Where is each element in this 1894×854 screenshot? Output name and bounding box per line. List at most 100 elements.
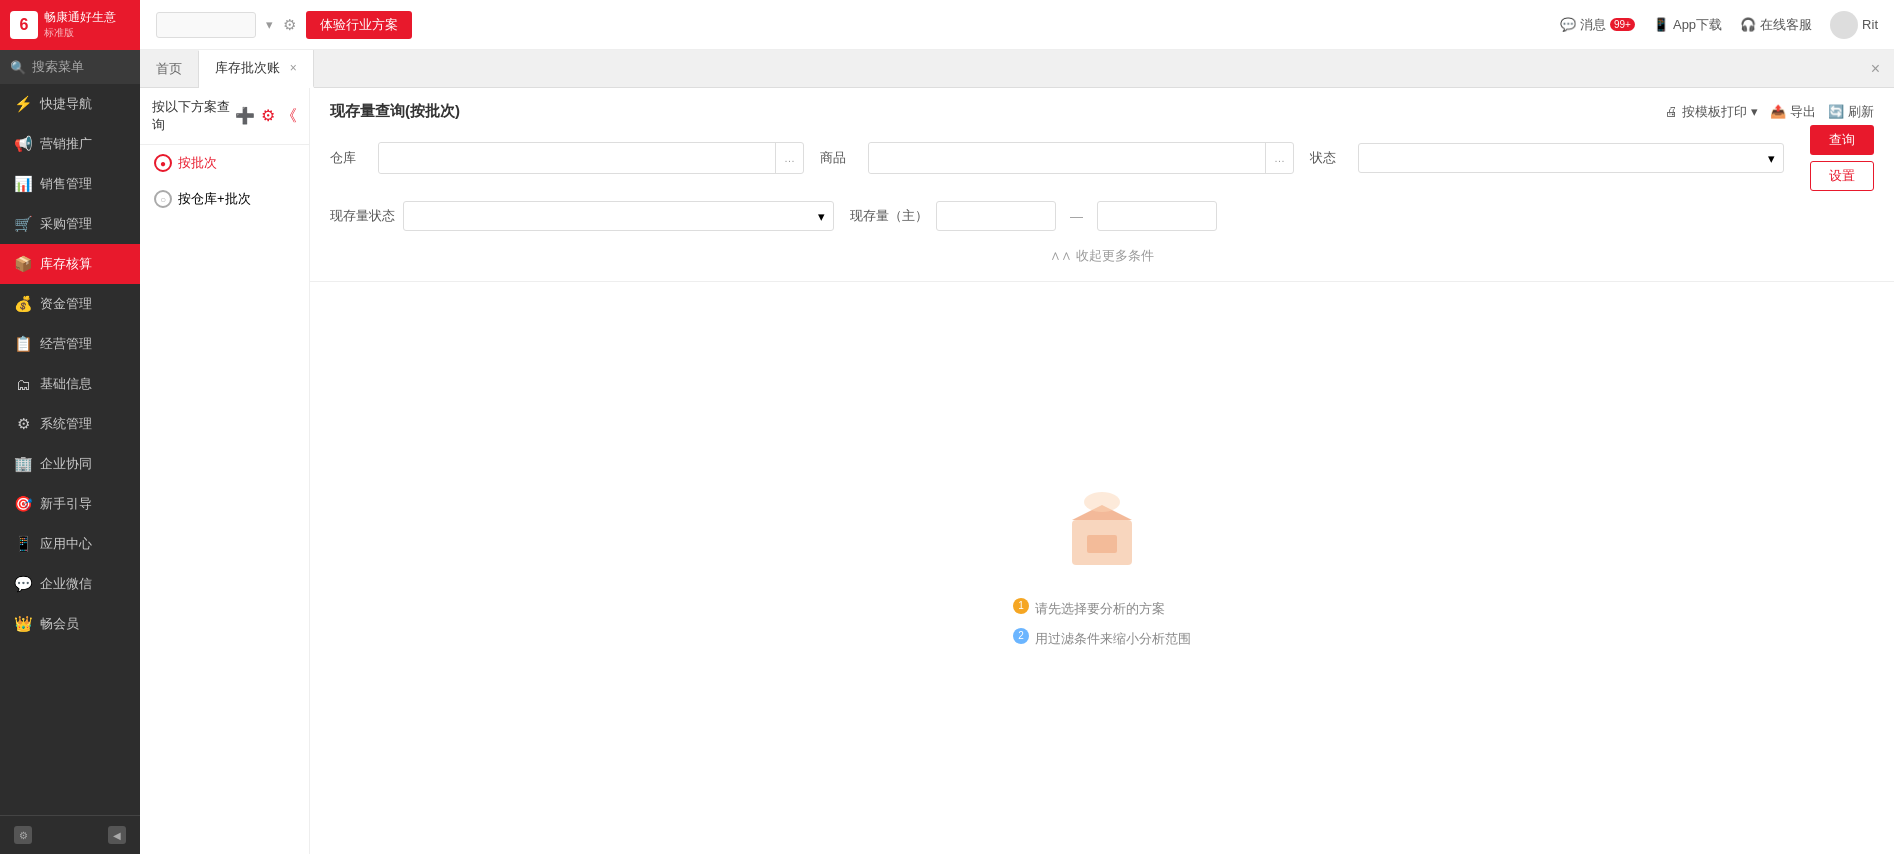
tab-batch-label: 库存批次账 (215, 60, 280, 75)
sidebar-item-basic[interactable]: 🗂 基础信息 (0, 364, 140, 404)
status-dropdown-icon: ▾ (1768, 151, 1775, 166)
sidebar-item-label: 库存核算 (40, 255, 92, 273)
collapse-icon: ∧∧ (1050, 248, 1072, 263)
settings-gear-icon[interactable]: ⚙ (283, 16, 296, 34)
collapse-filters-btn[interactable]: ∧∧ 收起更多条件 (330, 241, 1874, 267)
sidebar-item-inventory[interactable]: 📦 库存核算 (0, 244, 140, 284)
online-service-btn[interactable]: 🎧 在线客服 (1740, 16, 1812, 34)
export-icon: 📤 (1770, 104, 1786, 119)
tip-item-1: 1 请先选择要分析的方案 (1013, 596, 1191, 622)
warehouse-batch-icon: ○ (154, 190, 172, 208)
sidebar-item-enterprise[interactable]: 🏢 企业协同 (0, 444, 140, 484)
tab-batch-account[interactable]: 库存批次账 × (199, 50, 314, 88)
batch-scheme-icon: ● (154, 154, 172, 172)
scheme-item-batch[interactable]: ● 按批次 (140, 145, 309, 181)
product-input[interactable] (869, 143, 1265, 173)
headphone-icon: 🎧 (1740, 17, 1756, 32)
stock-status-select[interactable]: ▾ (403, 201, 834, 231)
add-scheme-btn[interactable]: ➕ (235, 106, 255, 127)
user-avatar-btn[interactable]: Rit (1830, 11, 1878, 39)
svg-rect-2 (1087, 535, 1117, 553)
sidebar-settings-btn[interactable]: ⚙ (14, 826, 32, 844)
tab-close-icon[interactable]: × (290, 61, 297, 75)
export-btn[interactable]: 📤 导出 (1770, 103, 1816, 121)
search-label: 搜索菜单 (32, 58, 84, 76)
sidebar-collapse-btn[interactable]: ◀ (108, 826, 126, 844)
sidebar-item-label: 快捷导航 (40, 95, 92, 113)
dropdown-arrow-icon[interactable]: ▾ (266, 17, 273, 32)
app-edition: 标准版 (44, 26, 116, 40)
content-area: 按以下方案查询 ➕ ⚙ 《 ● 按批次 ○ 按仓库+批次 现存量查询( (140, 88, 1894, 854)
filter-area: 现存量查询(按批次) 🖨 按模板打印 ▾ 📤 导出 🔄 (310, 88, 1894, 282)
trial-btn[interactable]: 体验行业方案 (306, 11, 412, 39)
sidebar-item-label: 应用中心 (40, 535, 92, 553)
status-label: 状态 (1310, 149, 1350, 167)
tip-text-2: 用过滤条件来缩小分析范围 (1035, 626, 1191, 652)
sidebar-item-label: 基础信息 (40, 375, 92, 393)
sidebar-item-finance[interactable]: 💰 资金管理 (0, 284, 140, 324)
setting-btn[interactable]: 设置 (1810, 161, 1874, 191)
collapse-panel-icon[interactable]: 《 (281, 106, 297, 127)
app-download-btn[interactable]: 📱 App下载 (1653, 16, 1722, 34)
sidebar-item-member[interactable]: 👑 畅会员 (0, 604, 140, 644)
tab-home[interactable]: 首页 (140, 51, 199, 87)
page-title: 现存量查询(按批次) (330, 102, 460, 121)
sidebar-search[interactable]: 🔍 搜索菜单 (0, 50, 140, 84)
marketing-icon: 📢 (14, 135, 32, 153)
app-download-icon: 📱 (1653, 17, 1669, 32)
messages-label: 消息 (1580, 16, 1606, 34)
enterprise-wechat-icon: 💬 (14, 575, 32, 593)
company-name: 畅康通好生意 (44, 10, 116, 26)
sidebar-item-newbie[interactable]: 🎯 新手引导 (0, 484, 140, 524)
product-input-wrapper: … (868, 142, 1294, 174)
inventory-icon: 📦 (14, 255, 32, 273)
status-select[interactable]: ▾ (1358, 143, 1784, 173)
sidebar-item-label: 营销推广 (40, 135, 92, 153)
tabbar-close-btn[interactable]: × (1857, 60, 1894, 78)
stock-qty-max[interactable] (1097, 201, 1217, 231)
warehouse-more-btn[interactable]: … (775, 143, 803, 173)
scheme-settings-icon[interactable]: ⚙ (261, 106, 275, 127)
sidebar-item-marketing[interactable]: 📢 营销推广 (0, 124, 140, 164)
stock-qty-label: 现存量（主） (850, 207, 928, 225)
refresh-btn[interactable]: 🔄 刷新 (1828, 103, 1874, 121)
left-panel-actions: ➕ ⚙ 《 (235, 106, 297, 127)
empty-state: 1 请先选择要分析的方案 2 用过滤条件来缩小分析范围 (310, 282, 1894, 854)
sidebar-item-quick-nav[interactable]: ⚡ 快捷导航 (0, 84, 140, 124)
print-dropdown-icon[interactable]: ▾ (1751, 104, 1758, 119)
messages-btn[interactable]: 💬 消息 99+ (1560, 16, 1635, 34)
query-btn[interactable]: 查询 (1810, 125, 1874, 155)
sidebar-item-operations[interactable]: 📋 经营管理 (0, 324, 140, 364)
topbar-search[interactable] (156, 12, 256, 38)
toolbar-right-actions: 🖨 按模板打印 ▾ 📤 导出 🔄 刷新 (1665, 103, 1874, 121)
refresh-icon: 🔄 (1828, 104, 1844, 119)
message-icon: 💬 (1560, 17, 1576, 32)
member-icon: 👑 (14, 615, 32, 633)
collapse-label: 收起更多条件 (1076, 248, 1154, 263)
stock-status-label: 现存量状态 (330, 207, 395, 225)
stock-qty-min[interactable] (936, 201, 1056, 231)
sidebar-nav: ⚡ 快捷导航 📢 营销推广 📊 销售管理 🛒 采购管理 📦 库存核算 💰 资金管… (0, 84, 140, 815)
sidebar-item-app-center[interactable]: 📱 应用中心 (0, 524, 140, 564)
left-panel-header: 按以下方案查询 ➕ ⚙ 《 (140, 88, 309, 145)
operations-icon: 📋 (14, 335, 32, 353)
main-area: ▾ ⚙ 体验行业方案 💬 消息 99+ 📱 App下载 🎧 在线客服 Rit (140, 0, 1894, 854)
warehouse-input-wrapper: … (378, 142, 804, 174)
tip-num-1: 1 (1013, 598, 1029, 614)
print-btn[interactable]: 🖨 按模板打印 ▾ (1665, 103, 1758, 121)
warehouse-input[interactable] (379, 143, 775, 173)
app-center-icon: 📱 (14, 535, 32, 553)
app-logo: 6 (10, 11, 38, 39)
sidebar-item-label: 系统管理 (40, 415, 92, 433)
system-icon: ⚙ (14, 415, 32, 433)
scheme-warehouse-batch-label: 按仓库+批次 (178, 190, 251, 208)
sidebar-item-system[interactable]: ⚙ 系统管理 (0, 404, 140, 444)
sidebar: 6 畅康通好生意 标准版 🔍 搜索菜单 ⚡ 快捷导航 📢 营销推广 📊 销售管理… (0, 0, 140, 854)
filter-toolbar: 现存量查询(按批次) 🖨 按模板打印 ▾ 📤 导出 🔄 (330, 102, 1874, 125)
sidebar-item-enterprise-wechat[interactable]: 💬 企业微信 (0, 564, 140, 604)
sidebar-item-purchase[interactable]: 🛒 采购管理 (0, 204, 140, 244)
svg-point-3 (1084, 492, 1120, 512)
sidebar-item-sales[interactable]: 📊 销售管理 (0, 164, 140, 204)
product-more-btn[interactable]: … (1265, 143, 1293, 173)
scheme-item-warehouse-batch[interactable]: ○ 按仓库+批次 (140, 181, 309, 217)
